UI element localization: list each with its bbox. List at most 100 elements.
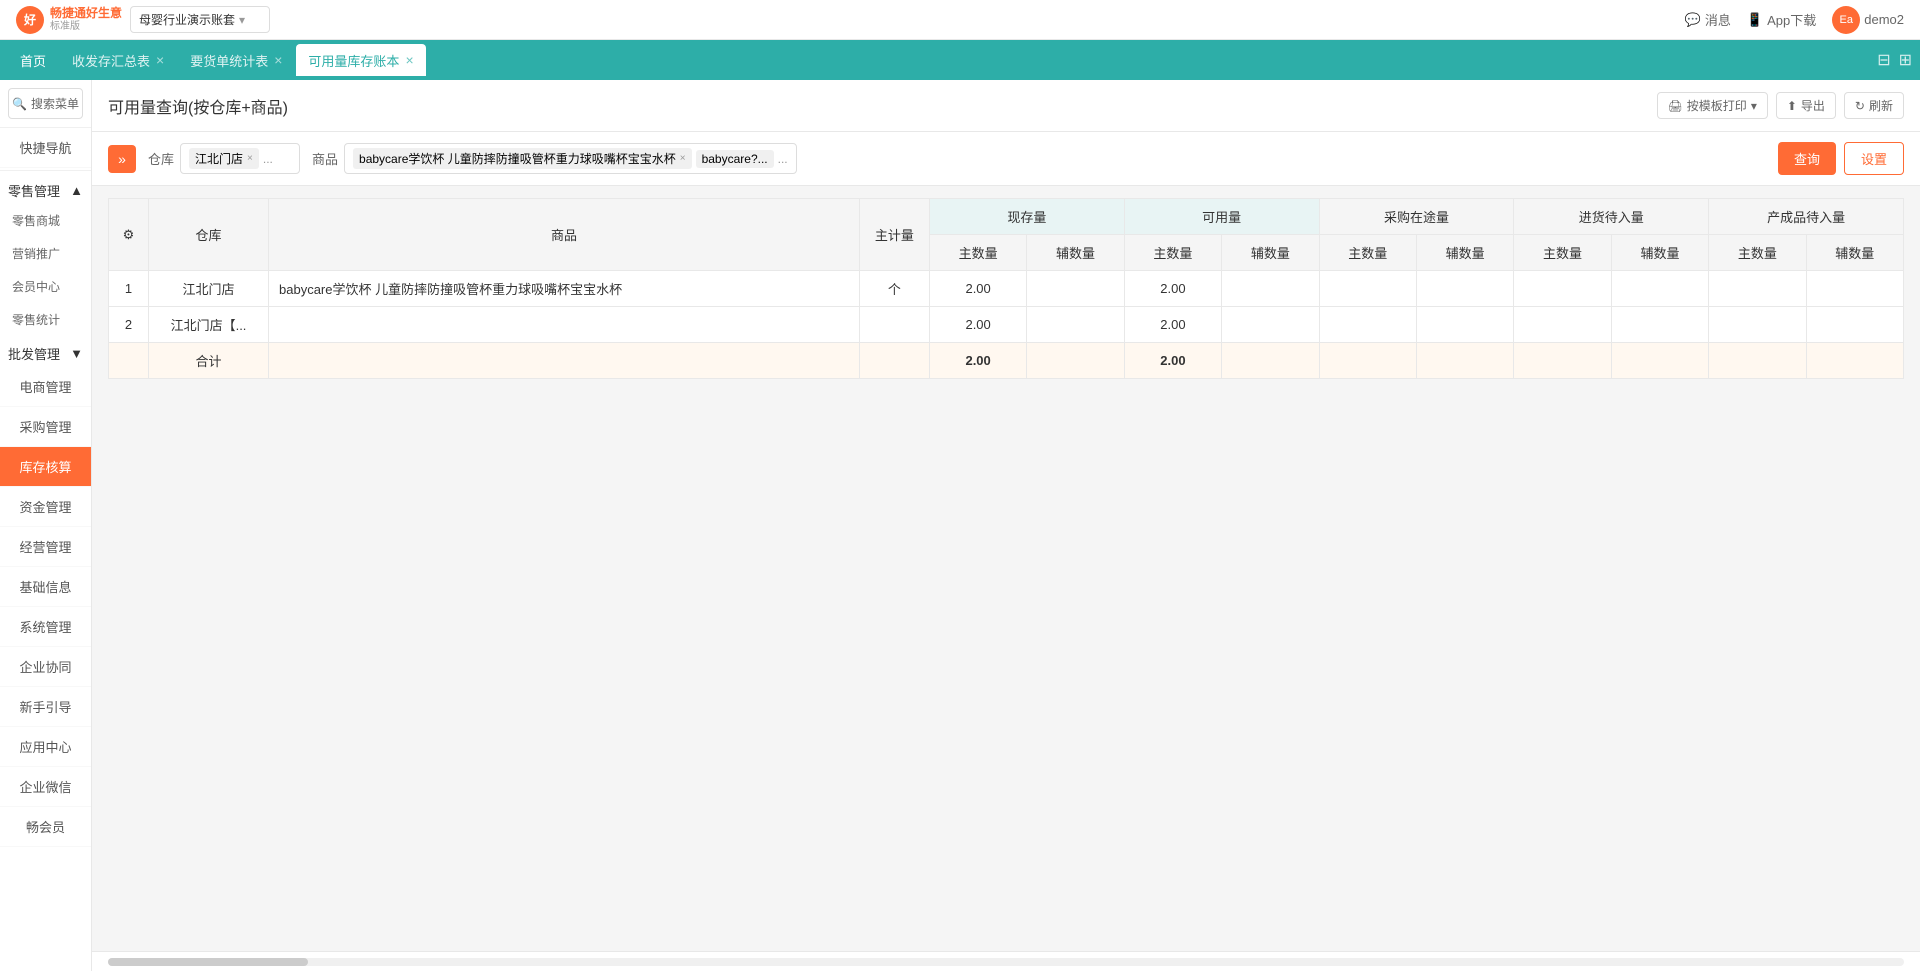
- sidebar-section-pifa[interactable]: 批发管理 ▼: [0, 336, 91, 367]
- total-avail-main: 2.00: [1124, 343, 1221, 379]
- table-row: 2 江北门店【... 2.00 2.00: [109, 307, 1904, 343]
- cell-prod-main: [1709, 271, 1806, 307]
- query-btn[interactable]: 查询: [1778, 142, 1836, 175]
- total-pur-aux: [1416, 343, 1513, 379]
- cell-stock-aux: [1027, 307, 1124, 343]
- nav-maximize-icon[interactable]: ⊞: [1899, 50, 1912, 70]
- sidebar-section-pifa-label: 批发管理: [8, 344, 60, 363]
- sidebar-item-tongji[interactable]: 零售统计: [0, 303, 91, 336]
- th-purchase-group: 采购在途量: [1319, 199, 1514, 235]
- sidebar-item-jingying[interactable]: 经营管理: [0, 527, 91, 567]
- filter-area: » 仓库 江北门店 × ... 商品 babycare学饮杯 儿童防摔防撞吸管杯…: [92, 132, 1920, 186]
- warehouse-input[interactable]: 江北门店 × ...: [180, 143, 300, 174]
- sidebar-item-huiyuan[interactable]: 会员中心: [0, 270, 91, 303]
- message-btn[interactable]: 💬 消息: [1685, 10, 1731, 29]
- cell-avail-aux: [1222, 307, 1319, 343]
- cell-goods: [269, 307, 860, 343]
- table-footer: [92, 951, 1920, 971]
- cell-inc-main: [1514, 271, 1611, 307]
- warehouse-tag-close[interactable]: ×: [247, 153, 253, 164]
- sidebar-section-lingshao[interactable]: 零售管理 ▲: [0, 173, 91, 204]
- filter-group-warehouse: 仓库 江北门店 × ...: [148, 143, 300, 174]
- th-stock-main: 主数量: [929, 235, 1026, 271]
- sidebar-search-label: 搜索菜单: [31, 95, 79, 112]
- cell-unit: 个: [859, 271, 929, 307]
- print-btn[interactable]: 🖨 按模板打印 ▾: [1657, 92, 1768, 119]
- sidebar-item-qiye[interactable]: 企业协同: [0, 647, 91, 687]
- nav-minimize-icon[interactable]: ⊟: [1877, 50, 1890, 70]
- total-pur-main: [1319, 343, 1416, 379]
- tab-home[interactable]: 首页: [8, 51, 58, 70]
- sidebar-item-shangcheng[interactable]: 零售商城: [0, 204, 91, 237]
- cell-pur-aux: [1416, 307, 1513, 343]
- cell-inc-main: [1514, 307, 1611, 343]
- th-avail-main: 主数量: [1124, 235, 1221, 271]
- tab-keyong[interactable]: 可用量库存账本 ×: [296, 44, 425, 76]
- tab-keyong-close[interactable]: ×: [405, 52, 413, 68]
- goods-tag1-close[interactable]: ×: [680, 153, 686, 164]
- sidebar-item-quick-nav[interactable]: 快捷导航: [0, 128, 91, 168]
- goods-more[interactable]: ...: [778, 152, 788, 166]
- cell-stock-aux: [1027, 271, 1124, 307]
- chevron-down-icon-print: ▾: [1751, 99, 1757, 113]
- download-btn[interactable]: 📱 App下载: [1747, 10, 1816, 29]
- cell-avail-aux: [1222, 271, 1319, 307]
- data-table: ⚙ 仓库 商品 主计量 现存量 可用量 采购在途量 采购在途量 进货待入量 产成…: [108, 198, 1904, 379]
- filter-toggle-btn[interactable]: »: [108, 145, 136, 173]
- sidebar-item-kucun[interactable]: 库存核算: [0, 447, 91, 487]
- scrollbar-track[interactable]: [108, 958, 1904, 966]
- page-header: 可用量查询(按仓库+商品) 🖨 按模板打印 ▾ ⬆ 导出 ↻ 刷新: [92, 80, 1920, 132]
- th-goods: 商品: [269, 199, 860, 271]
- tab-yaohuo[interactable]: 要货单统计表 ×: [178, 44, 294, 76]
- sidebar-item-chang[interactable]: 畅会员: [0, 807, 91, 847]
- tab-shoufacun-close[interactable]: ×: [156, 52, 164, 68]
- download-icon: 📱: [1747, 12, 1763, 28]
- warehouse-more[interactable]: ...: [263, 152, 273, 166]
- goods-tag2-value: babycare?...: [702, 152, 768, 166]
- export-label: 导出: [1801, 97, 1825, 114]
- refresh-btn[interactable]: ↻ 刷新: [1844, 92, 1904, 119]
- sidebar-search-btn[interactable]: 🔍 搜索菜单: [8, 88, 83, 119]
- tab-shoufacun[interactable]: 收发存汇总表 ×: [60, 44, 176, 76]
- th-production-group: 产成品待入量: [1709, 199, 1904, 235]
- user-area[interactable]: Ea demo2: [1832, 6, 1904, 34]
- th-pur-aux: 辅数量: [1416, 235, 1513, 271]
- logo-sub: 标准版: [50, 21, 122, 33]
- sidebar-item-yingyong[interactable]: 应用中心: [0, 727, 91, 767]
- tab-yaohuo-close[interactable]: ×: [274, 52, 282, 68]
- sidebar-item-xinshou[interactable]: 新手引导: [0, 687, 91, 727]
- sidebar-item-zijin[interactable]: 资金管理: [0, 487, 91, 527]
- total-inc-aux: [1611, 343, 1708, 379]
- cell-warehouse: 江北门店【...: [149, 307, 269, 343]
- sidebar-section-lingshao-label: 零售管理: [8, 181, 60, 200]
- chevron-down-icon: ▾: [239, 13, 245, 27]
- tenant-selector[interactable]: 母婴行业演示账套 ▾: [130, 6, 270, 33]
- sidebar-item-yingxiao[interactable]: 营销推广: [0, 237, 91, 270]
- cell-seq: 2: [109, 307, 149, 343]
- th-settings[interactable]: ⚙: [109, 199, 149, 271]
- th-prod-aux: 辅数量: [1806, 235, 1903, 271]
- cell-stock-main: 2.00: [929, 271, 1026, 307]
- search-icon: 🔍: [12, 97, 27, 111]
- goods-input[interactable]: babycare学饮杯 儿童防摔防撞吸管杯重力球吸嘴杯宝宝水杯 × babyca…: [344, 143, 797, 174]
- sidebar-item-dianshang[interactable]: 电商管理: [0, 367, 91, 407]
- sidebar-item-weixin[interactable]: 企业微信: [0, 767, 91, 807]
- total-prod-aux: [1806, 343, 1903, 379]
- export-btn[interactable]: ⬆ 导出: [1776, 92, 1836, 119]
- tab-yaohuo-label: 要货单统计表: [190, 51, 268, 70]
- sidebar-item-xitong[interactable]: 系统管理: [0, 607, 91, 647]
- cell-stock-main: 2.00: [929, 307, 1026, 343]
- print-icon: 🖨: [1668, 99, 1683, 113]
- tab-shoufacun-label: 收发存汇总表: [72, 51, 150, 70]
- sidebar-search: 🔍 搜索菜单: [0, 80, 91, 128]
- main-layout: 🔍 搜索菜单 快捷导航 零售管理 ▲ 零售商城 营销推广 会员中心 零售统计 批…: [0, 80, 1920, 971]
- cell-pur-aux: [1416, 271, 1513, 307]
- goods-label: 商品: [312, 149, 338, 168]
- sidebar-item-caigou[interactable]: 采购管理: [0, 407, 91, 447]
- total-prod-main: [1709, 343, 1806, 379]
- setting-btn[interactable]: 设置: [1844, 142, 1904, 175]
- refresh-icon: ↻: [1855, 99, 1865, 113]
- sidebar-item-jichu[interactable]: 基础信息: [0, 567, 91, 607]
- cell-unit: [859, 307, 929, 343]
- settings-icon: ⚙: [123, 227, 135, 242]
